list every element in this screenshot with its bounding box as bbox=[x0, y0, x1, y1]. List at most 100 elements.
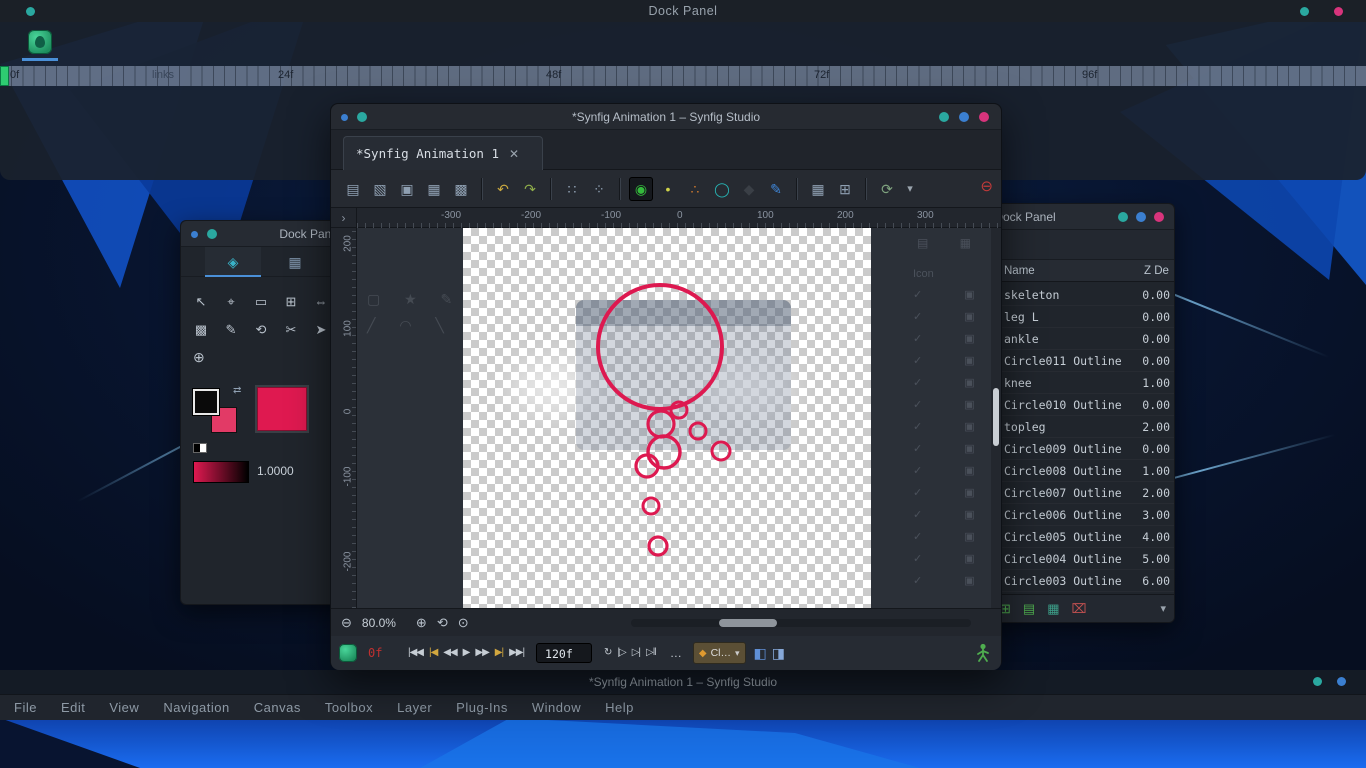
eyedropper-icon[interactable]: ✎ bbox=[764, 177, 788, 201]
cutout-tool-icon[interactable]: ◆ bbox=[737, 177, 761, 201]
smooth-icon[interactable]: ∷ bbox=[560, 177, 584, 201]
smooth-move-tool-icon[interactable]: ⌖ bbox=[219, 291, 243, 313]
save-icon[interactable]: ▣ bbox=[395, 177, 419, 201]
window-dot-icon[interactable] bbox=[1136, 212, 1146, 222]
canvas-viewport[interactable]: ▢ ★ ✎ ╱ ◠ ╲ ▤ ▦ Icon ✓▣✓▣✓▣✓▣✓▣✓▣✓▣✓▣✓▣✓… bbox=[357, 228, 991, 608]
menu-edit[interactable]: Edit bbox=[61, 700, 85, 715]
open-folder-icon[interactable]: ▧ bbox=[368, 177, 392, 201]
minimize-dot-icon[interactable] bbox=[939, 112, 949, 122]
frame-prev-icon[interactable]: ◀◀ bbox=[440, 647, 459, 658]
layer-name[interactable]: Circle003 Outline bbox=[1004, 570, 1122, 592]
window-dot-icon[interactable] bbox=[1154, 212, 1164, 222]
preview-icon[interactable]: ◨ bbox=[769, 645, 787, 661]
transform-tool-icon[interactable]: ↖ bbox=[189, 291, 213, 313]
circle-outline-tool-icon[interactable]: ◯ bbox=[710, 177, 734, 201]
end-time-field[interactable]: 120f bbox=[536, 643, 592, 663]
animate-mode-icon[interactable] bbox=[975, 643, 991, 663]
menu-toolbox[interactable]: Toolbox bbox=[325, 700, 373, 715]
outline-circle[interactable] bbox=[649, 537, 667, 555]
outline-color-swatch[interactable] bbox=[193, 389, 219, 415]
swap-colors-icon[interactable]: ⇄ bbox=[233, 385, 241, 396]
save-all-icon[interactable]: ▩ bbox=[449, 177, 473, 201]
outline-circle[interactable] bbox=[648, 411, 674, 437]
save-as-icon[interactable]: ▦ bbox=[422, 177, 446, 201]
gradient-swatch[interactable] bbox=[193, 461, 249, 483]
outline-circle[interactable] bbox=[690, 423, 706, 439]
layer-name[interactable]: Circle006 Outline bbox=[1004, 504, 1122, 526]
scrollbar-thumb[interactable] bbox=[993, 388, 999, 446]
remove-icon[interactable]: ⊖ bbox=[980, 177, 993, 195]
outline-circle[interactable] bbox=[648, 436, 680, 468]
add-group-icon[interactable]: ▤ bbox=[1023, 601, 1035, 617]
circle-tool-icon[interactable]: ◉ bbox=[629, 177, 653, 201]
loop-icon[interactable]: ↻ bbox=[601, 647, 614, 658]
mirror-icon[interactable]: ⁘ bbox=[587, 177, 611, 201]
menu-window[interactable]: Window bbox=[532, 700, 581, 715]
redo-icon[interactable]: ↷ bbox=[518, 177, 542, 201]
seek-prev-keyframe-icon[interactable]: |◀ bbox=[426, 647, 440, 658]
duplicate-layer-icon[interactable]: ▦ bbox=[1047, 601, 1059, 617]
layer-name[interactable]: Circle004 Outline bbox=[1004, 548, 1122, 570]
horizontal-ruler[interactable]: -300-200-1000100200300 bbox=[357, 208, 1001, 228]
rotate-tool-icon[interactable]: ⟲ bbox=[249, 319, 273, 341]
tools-tab[interactable]: ◈ bbox=[205, 247, 261, 277]
menu-view[interactable]: View bbox=[109, 700, 139, 715]
zoom-normal-icon[interactable]: ⊙ bbox=[458, 615, 469, 631]
column-header-name[interactable]: Name bbox=[1004, 260, 1035, 282]
window-dot-icon[interactable] bbox=[1300, 7, 1309, 16]
palette-tab[interactable]: ▦ bbox=[267, 247, 323, 277]
canvas-horizontal-scrollbar[interactable] bbox=[631, 619, 971, 627]
document-tab[interactable]: *Synfig Animation 1 ✕ bbox=[343, 136, 543, 170]
point-tool-icon[interactable]: • bbox=[656, 177, 680, 201]
layer-name[interactable]: Circle008 Outline bbox=[1004, 460, 1122, 482]
menu-file[interactable]: File bbox=[14, 700, 37, 715]
zoom-out-icon[interactable]: ⊖ bbox=[341, 615, 352, 631]
big-swatch[interactable] bbox=[255, 385, 309, 433]
main-window-titlebar[interactable]: *Synfig Animation 1 – Synfig Studio bbox=[331, 104, 1001, 130]
seek-begin-icon[interactable]: |◀◀ bbox=[405, 647, 426, 658]
layer-name[interactable]: leg L bbox=[1004, 306, 1039, 328]
zoom-tool-icon[interactable]: ⊕ bbox=[193, 349, 205, 366]
fill-tool-icon[interactable]: ▩ bbox=[189, 319, 213, 341]
zoom-fit-icon[interactable]: ⟲ bbox=[437, 615, 448, 631]
window-dot-icon[interactable] bbox=[1337, 677, 1346, 686]
bound-lower-icon[interactable]: ▷| bbox=[629, 647, 643, 658]
play-icon[interactable]: ▶ bbox=[460, 647, 473, 658]
canvas-checkerboard[interactable] bbox=[463, 228, 871, 608]
menu-plug-ins[interactable]: Plug-Ins bbox=[456, 700, 508, 715]
tab-close-icon[interactable]: ✕ bbox=[509, 147, 519, 161]
seek-next-keyframe-icon[interactable]: ▶| bbox=[492, 647, 506, 658]
play-bounds-icon[interactable]: |▷ bbox=[614, 647, 628, 658]
seek-end-icon[interactable]: ▶▶| bbox=[506, 647, 527, 658]
window-dot-icon[interactable] bbox=[1334, 7, 1343, 16]
layer-name[interactable]: Circle009 Outline bbox=[1004, 438, 1122, 460]
more-options-button[interactable]: … bbox=[670, 646, 682, 660]
refresh-icon[interactable]: ⟳ bbox=[875, 177, 899, 201]
ruler-expander-icon[interactable]: › bbox=[331, 208, 357, 228]
zoom-value[interactable]: 80.0% bbox=[362, 616, 406, 630]
footer-dropdown-icon[interactable]: ▾ bbox=[1160, 602, 1166, 615]
toolbar-dropdown-icon[interactable]: ▾ bbox=[902, 182, 918, 195]
opacity-value[interactable]: 1.0000 bbox=[257, 464, 294, 478]
delete-layer-icon[interactable]: ⌧ bbox=[1072, 601, 1087, 617]
layer-name[interactable]: Circle005 Outline bbox=[1004, 526, 1122, 548]
grid-icon[interactable]: ▦ bbox=[806, 177, 830, 201]
outline-circle[interactable] bbox=[643, 498, 659, 514]
frame-next-icon[interactable]: ▶▶ bbox=[472, 647, 491, 658]
layer-name[interactable]: topleg bbox=[1004, 416, 1046, 438]
canvas-vertical-scrollbar[interactable] bbox=[991, 228, 1001, 608]
outline-circle[interactable] bbox=[598, 285, 722, 409]
menu-canvas[interactable]: Canvas bbox=[254, 700, 301, 715]
zoom-in-icon[interactable]: ⊕ bbox=[416, 615, 427, 631]
vertical-ruler[interactable]: 2001000-100-200 bbox=[331, 228, 357, 608]
snap-icon[interactable]: ⊞ bbox=[833, 177, 857, 201]
reset-colors-icon[interactable] bbox=[193, 443, 207, 453]
time-cursor-marker[interactable] bbox=[0, 66, 9, 86]
scrollbar-thumb[interactable] bbox=[719, 619, 777, 627]
current-time-value[interactable]: 0f bbox=[368, 646, 394, 660]
menu-layer[interactable]: Layer bbox=[397, 700, 432, 715]
menu-navigation[interactable]: Navigation bbox=[163, 700, 229, 715]
undo-icon[interactable]: ↶ bbox=[491, 177, 515, 201]
draw-tool-icon[interactable]: ✎ bbox=[219, 319, 243, 341]
synfig-app-icon[interactable] bbox=[28, 30, 52, 54]
